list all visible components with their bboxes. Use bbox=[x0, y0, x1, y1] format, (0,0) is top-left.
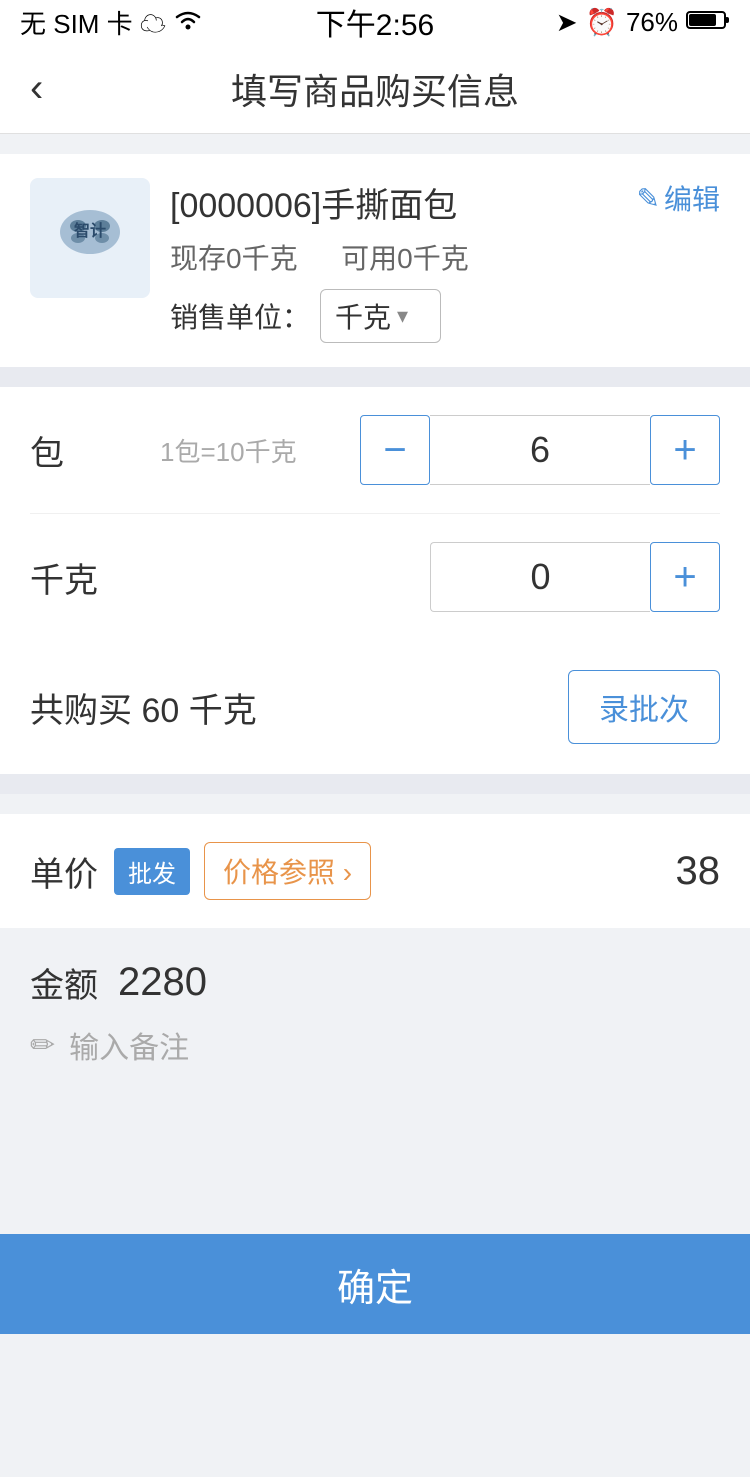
price-label: 单价 bbox=[30, 847, 98, 896]
product-logo-icon: 智计 bbox=[50, 202, 130, 274]
package-label: 包 bbox=[30, 426, 150, 475]
kg-input[interactable] bbox=[430, 542, 650, 612]
pencil-icon: ✏ bbox=[30, 1028, 55, 1063]
separator-2 bbox=[0, 774, 750, 794]
amount-section: 金额 2280 ✏ 输入备注 bbox=[0, 928, 750, 1097]
sim-label: 无 SIM 卡 ☁ bbox=[20, 4, 166, 41]
product-unit-row: 销售单位： 千克 bbox=[170, 289, 720, 343]
remark-row[interactable]: ✏ 输入备注 bbox=[30, 1023, 720, 1067]
product-info: [0000006]手撕面包 ✎ 编辑 现存0千克 可用0千克 销售单位： 千克 bbox=[170, 178, 720, 343]
package-minus-button[interactable]: − bbox=[360, 415, 430, 485]
status-time: 下午2:56 bbox=[316, 0, 434, 44]
page-title: 填写商品购买信息 bbox=[231, 63, 519, 115]
alarm-icon: ⏰ bbox=[586, 7, 618, 38]
amount-value: 2280 bbox=[118, 960, 207, 1005]
battery-icon bbox=[686, 7, 730, 38]
package-sublabel: 1包=10千克 bbox=[160, 432, 297, 469]
confirm-text: 确定 bbox=[337, 1257, 413, 1312]
product-stock: 现存0千克 可用0千克 bbox=[170, 237, 720, 277]
product-name: [0000006]手撕面包 bbox=[170, 178, 457, 227]
edit-button[interactable]: ✎ 编辑 bbox=[637, 178, 720, 218]
price-section: 单价 批发 价格参照 › 38 bbox=[0, 814, 750, 928]
edit-icon: ✎ bbox=[637, 182, 660, 215]
nav-bar: ‹ 填写商品购买信息 bbox=[0, 44, 750, 134]
location-icon: ➤ bbox=[556, 7, 578, 38]
back-button[interactable]: ‹ bbox=[30, 66, 43, 111]
status-right: ➤ ⏰ 76% bbox=[556, 7, 730, 38]
total-row: 共购买 60 千克 录批次 bbox=[0, 640, 750, 774]
product-image: 智计 bbox=[30, 178, 150, 298]
package-row: 包 1包=10千克 − + bbox=[30, 387, 720, 514]
remark-placeholder: 输入备注 bbox=[69, 1023, 189, 1067]
confirm-bar[interactable]: 确定 bbox=[0, 1234, 750, 1334]
package-stepper: − + bbox=[360, 415, 720, 485]
price-tag: 批发 bbox=[114, 848, 190, 895]
package-input[interactable] bbox=[430, 415, 650, 485]
unit-select[interactable]: 千克 bbox=[320, 289, 441, 343]
svg-text:智计: 智计 bbox=[74, 221, 106, 240]
kg-plus-button[interactable]: + bbox=[650, 542, 720, 612]
amount-row: 金额 2280 bbox=[30, 958, 720, 1007]
kg-label: 千克 bbox=[30, 553, 150, 602]
package-plus-button[interactable]: + bbox=[650, 415, 720, 485]
separator-1 bbox=[0, 367, 750, 387]
kg-row: 千克 + bbox=[30, 514, 720, 640]
battery-label: 76% bbox=[626, 7, 678, 38]
price-value: 38 bbox=[676, 849, 721, 894]
package-section: 包 1包=10千克 − + 千克 + bbox=[0, 387, 750, 640]
status-bar: 无 SIM 卡 ☁ 下午2:56 ➤ ⏰ 76% bbox=[0, 0, 750, 44]
batch-button[interactable]: 录批次 bbox=[568, 670, 720, 744]
status-left: 无 SIM 卡 ☁ bbox=[20, 4, 202, 41]
wifi-icon bbox=[174, 7, 202, 38]
price-ref-button[interactable]: 价格参照 › bbox=[204, 842, 371, 900]
product-card: 智计 [0000006]手撕面包 ✎ 编辑 现存0千克 可用0千克 销售单位： … bbox=[0, 154, 750, 367]
amount-label: 金额 bbox=[30, 958, 98, 1007]
kg-stepper: + bbox=[430, 542, 720, 612]
total-text: 共购买 60 千克 bbox=[30, 683, 257, 732]
